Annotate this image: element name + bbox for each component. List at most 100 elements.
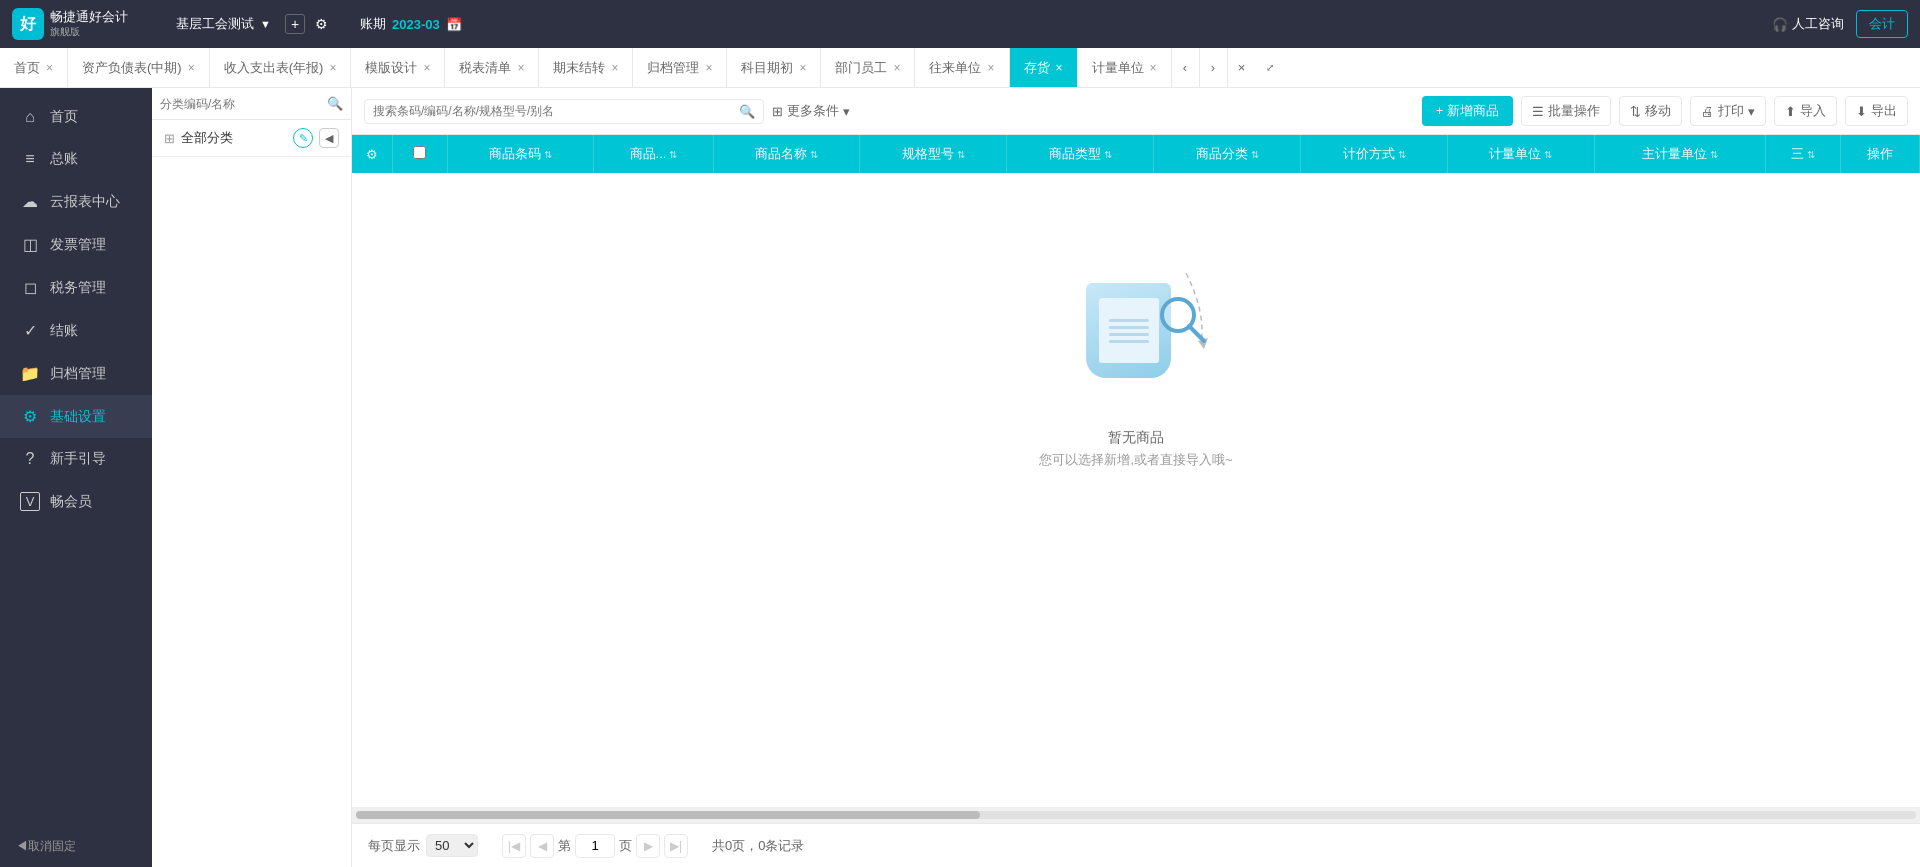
th-price-method[interactable]: 计价方式 ⇅: [1301, 135, 1448, 173]
category-edit-btn[interactable]: ✎: [293, 128, 313, 148]
tab-subject[interactable]: 科目期初 ×: [727, 48, 821, 88]
sidebar-item-tax[interactable]: ◻ 税务管理: [0, 266, 152, 309]
tab-next-btn[interactable]: ›: [1200, 48, 1228, 88]
export-btn[interactable]: ⬇ 导出: [1845, 96, 1908, 126]
sidebar-item-archive[interactable]: 📁 归档管理: [0, 352, 152, 395]
tab-home-close[interactable]: ×: [46, 61, 53, 75]
tab-partner-close[interactable]: ×: [987, 61, 994, 75]
page-size-select[interactable]: 10 20 50 100: [426, 834, 478, 857]
page-prev-btn[interactable]: ◀: [530, 834, 554, 858]
tab-balance-label: 资产负债表(中期): [82, 59, 182, 77]
sidebar-item-report[interactable]: ☁ 云报表中心: [0, 180, 152, 223]
tab-tax[interactable]: 税表清单 ×: [445, 48, 539, 88]
move-btn[interactable]: ⇅ 移动: [1619, 96, 1682, 126]
tab-dept[interactable]: 部门员工 ×: [821, 48, 915, 88]
scroll-thumb[interactable]: [356, 811, 980, 819]
th-unit[interactable]: 计量单位 ⇅: [1447, 135, 1594, 173]
top-header: 好 畅捷通好会计 旗舰版 基层工会测试 ▼ + ⚙ 账期 2023-03 📅 🎧…: [0, 0, 1920, 48]
tab-template-close[interactable]: ×: [423, 61, 430, 75]
tab-period-close[interactable]: ×: [611, 61, 618, 75]
tab-balance[interactable]: 资产负债表(中期) ×: [68, 48, 210, 88]
tab-template[interactable]: 模版设计 ×: [351, 48, 445, 88]
sidebar-item-guide[interactable]: ? 新手引导: [0, 438, 152, 480]
add-company-icon[interactable]: +: [285, 14, 305, 34]
main-search-icon[interactable]: 🔍: [739, 104, 755, 119]
th-spec[interactable]: 规格型号 ⇅: [860, 135, 1007, 173]
toolbar-actions: + 新增商品 ☰ 批量操作 ⇅ 移动 🖨 打印 ▾: [1422, 96, 1908, 126]
batch-operation-btn[interactable]: ☰ 批量操作: [1521, 96, 1611, 126]
th-name[interactable]: 商品名称 ⇅: [713, 135, 860, 173]
category-search-icon[interactable]: 🔍: [327, 96, 343, 111]
company-selector[interactable]: 基层工会测试 ▼ + ⚙: [176, 14, 328, 34]
tab-prev-btn[interactable]: ‹: [1172, 48, 1200, 88]
cancel-fixed-btn[interactable]: ◀取消固定: [0, 826, 152, 867]
sidebar-item-member[interactable]: V 畅会员: [0, 480, 152, 523]
th-barcode[interactable]: 商品条码 ⇅: [447, 135, 594, 173]
import-btn[interactable]: ⬆ 导入: [1774, 96, 1837, 126]
category-search-input[interactable]: [160, 97, 327, 111]
calendar-icon[interactable]: 📅: [446, 17, 462, 32]
logo-icon: 好: [12, 8, 44, 40]
all-categories[interactable]: ⊞ 全部分类 ✎ ◀: [152, 120, 351, 157]
th-col3[interactable]: 三 ⇅: [1765, 135, 1840, 173]
page-next-btn[interactable]: ▶: [636, 834, 660, 858]
tab-period[interactable]: 期末结转 ×: [539, 48, 633, 88]
sort-unit-icon[interactable]: ⇅: [1544, 149, 1552, 160]
sidebar-item-basic[interactable]: ⚙ 基础设置: [0, 395, 152, 438]
tab-archive[interactable]: 归档管理 ×: [633, 48, 727, 88]
tab-tax-label: 税表清单: [459, 59, 511, 77]
th-main-unit[interactable]: 主计量单位 ⇅: [1594, 135, 1765, 173]
scroll-track[interactable]: [356, 811, 1916, 819]
sort-spec-icon[interactable]: ⇅: [957, 149, 965, 160]
sort-category-icon[interactable]: ⇅: [1251, 149, 1259, 160]
main-search-input[interactable]: [373, 104, 733, 118]
tab-subject-close[interactable]: ×: [799, 61, 806, 75]
settings-icon[interactable]: ⚙: [315, 16, 328, 32]
page-last-btn[interactable]: ▶|: [664, 834, 688, 858]
account-button[interactable]: 会计: [1856, 10, 1908, 38]
horizontal-scrollbar[interactable]: [352, 807, 1920, 823]
page-label: 第: [558, 837, 571, 855]
sort-name-icon[interactable]: ⇅: [810, 149, 818, 160]
sidebar-label-basic: 基础设置: [50, 408, 106, 426]
tab-income[interactable]: 收入支出表(年报) ×: [210, 48, 352, 88]
tab-unit-close[interactable]: ×: [1150, 61, 1157, 75]
tab-dept-close[interactable]: ×: [893, 61, 900, 75]
tab-balance-close[interactable]: ×: [188, 61, 195, 75]
sidebar-item-home[interactable]: ⌂ 首页: [0, 96, 152, 138]
th-check[interactable]: [392, 135, 447, 173]
tab-income-close[interactable]: ×: [329, 61, 336, 75]
sort-barcode-icon[interactable]: ⇅: [544, 149, 552, 160]
collapse-panel-btn[interactable]: ◀: [319, 128, 339, 148]
tab-inventory-close[interactable]: ×: [1056, 61, 1063, 75]
tab-unit[interactable]: 计量单位 ×: [1078, 48, 1172, 88]
sort-main-unit-icon[interactable]: ⇅: [1710, 149, 1718, 160]
sort-type-icon[interactable]: ⇅: [1104, 149, 1112, 160]
sidebar-item-ledger[interactable]: ≡ 总账: [0, 138, 152, 180]
tab-expand-btn[interactable]: ⤢: [1256, 48, 1284, 88]
add-product-btn[interactable]: + 新增商品: [1422, 96, 1513, 126]
consultation-button[interactable]: 🎧 人工咨询: [1772, 15, 1844, 33]
th-settings[interactable]: ⚙: [352, 135, 392, 173]
tab-inventory[interactable]: 存货 ×: [1010, 48, 1078, 88]
more-filter-btn[interactable]: ⊞ 更多条件 ▾: [772, 102, 850, 120]
sort-price-icon[interactable]: ⇅: [1398, 149, 1406, 160]
th-code[interactable]: 商品... ⇅: [594, 135, 713, 173]
content-area: 🔍 ⊞ 全部分类 ✎ ◀ 🔍 ⊞ 更多条件 ▾: [152, 88, 1920, 867]
th-type[interactable]: 商品类型 ⇅: [1007, 135, 1154, 173]
tab-tax-close[interactable]: ×: [517, 61, 524, 75]
tab-partner[interactable]: 往来单位 ×: [915, 48, 1009, 88]
page-input[interactable]: [575, 834, 615, 858]
th-category[interactable]: 商品分类 ⇅: [1154, 135, 1301, 173]
page-first-btn[interactable]: |◀: [502, 834, 526, 858]
select-all-checkbox[interactable]: [413, 146, 426, 159]
headset-icon: 🎧: [1772, 17, 1788, 32]
sidebar-item-invoice[interactable]: ◫ 发票管理: [0, 223, 152, 266]
sort-col3-icon[interactable]: ⇅: [1807, 149, 1815, 160]
tab-archive-close[interactable]: ×: [705, 61, 712, 75]
tab-home[interactable]: 首页 ×: [0, 48, 68, 88]
sidebar-item-settle[interactable]: ✓ 结账: [0, 309, 152, 352]
sort-code-icon[interactable]: ⇅: [669, 149, 677, 160]
tab-close-all-btn[interactable]: ×: [1228, 48, 1256, 88]
print-btn[interactable]: 🖨 打印 ▾: [1690, 96, 1766, 126]
